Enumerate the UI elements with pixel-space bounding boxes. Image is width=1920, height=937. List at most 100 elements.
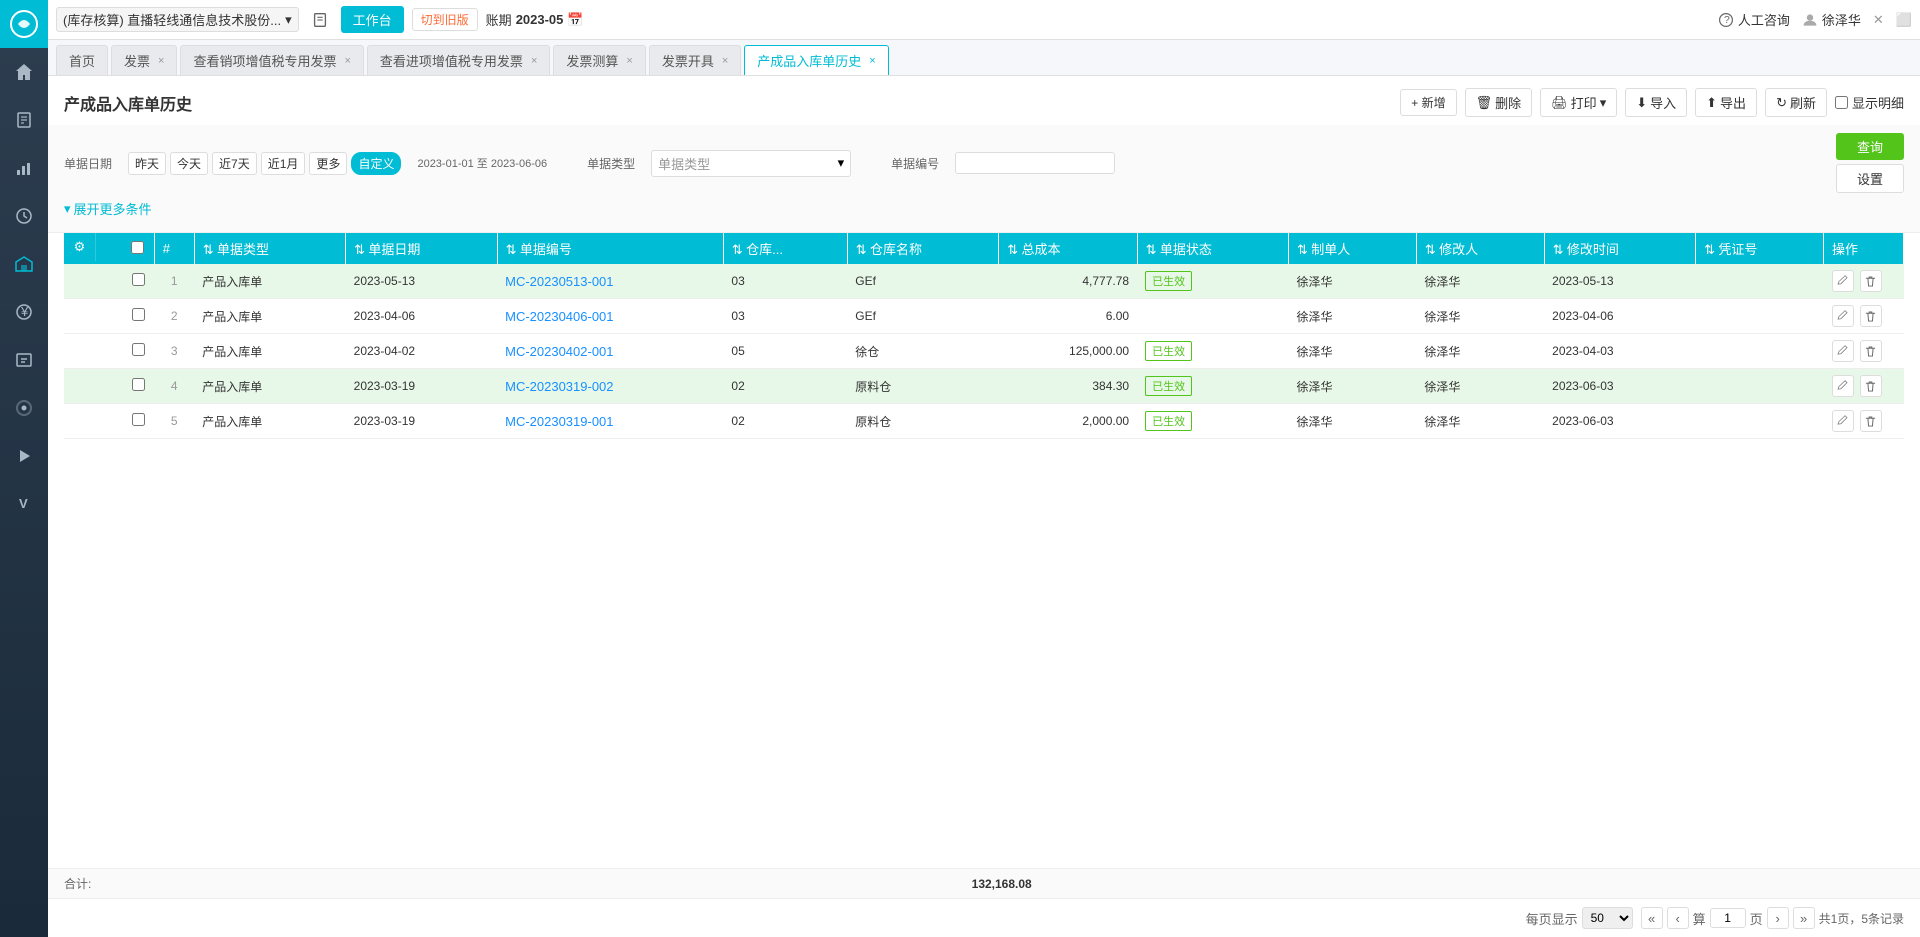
row-checkbox-cell[interactable] <box>122 334 154 369</box>
row-checkbox[interactable] <box>132 378 145 391</box>
select-all-checkbox[interactable] <box>131 241 144 254</box>
tab-purchase-vat-close[interactable]: × <box>531 55 537 67</box>
number-filter-input[interactable] <box>955 152 1115 174</box>
sidebar-item-home[interactable] <box>0 48 48 96</box>
th-checkbox[interactable] <box>122 233 154 264</box>
sidebar-item-purchase[interactable] <box>0 192 48 240</box>
row-delete-btn[interactable] <box>1860 375 1882 397</box>
tab-invoice-close[interactable]: × <box>158 55 164 67</box>
workbench-button[interactable]: 工作台 <box>341 6 404 33</box>
doc-icon-btn[interactable] <box>307 9 333 31</box>
row-number[interactable]: MC-20230402-001 <box>497 334 723 369</box>
row-checkbox[interactable] <box>132 273 145 286</box>
user-menu[interactable]: 徐泽华 <box>1802 10 1861 29</box>
date-btn-today[interactable]: 今天 <box>170 152 208 175</box>
th-type[interactable]: ⇅ 单据类型 <box>194 233 345 264</box>
refresh-button[interactable]: ↻ 刷新 <box>1765 88 1827 117</box>
calendar-icon[interactable]: 📅 <box>567 12 583 28</box>
per-page-select[interactable]: 50 100 200 <box>1582 907 1633 929</box>
tab-invoice-open-close[interactable]: × <box>722 55 728 67</box>
first-page-btn[interactable]: « <box>1641 907 1663 929</box>
row-number-link[interactable]: MC-20230513-001 <box>505 274 613 289</box>
sidebar-item-chart[interactable] <box>0 144 48 192</box>
prev-page-btn[interactable]: ‹ <box>1667 907 1689 929</box>
show-detail-checkbox[interactable]: 显示明细 <box>1835 93 1904 112</box>
sidebar-item-warehouse[interactable] <box>0 240 48 288</box>
row-checkbox-cell[interactable] <box>122 404 154 439</box>
tab-invoice-open[interactable]: 发票开具 × <box>649 45 741 75</box>
export-button[interactable]: ⬆ 导出 <box>1695 88 1757 117</box>
row-number-link[interactable]: MC-20230406-001 <box>505 309 613 324</box>
last-page-btn[interactable]: » <box>1793 907 1815 929</box>
page-number-input[interactable] <box>1710 908 1746 928</box>
row-checkbox-cell[interactable] <box>122 299 154 334</box>
row-number-link[interactable]: MC-20230319-002 <box>505 379 613 394</box>
th-modify-time[interactable]: ⇅ 修改时间 <box>1544 233 1695 264</box>
tab-sales-vat[interactable]: 查看销项增值税专用发票 × <box>180 45 363 75</box>
date-btn-1month[interactable]: 近1月 <box>261 152 306 175</box>
row-number[interactable]: MC-20230319-001 <box>497 404 723 439</box>
delete-button[interactable]: 🗑 删除 <box>1465 88 1533 117</box>
th-creator[interactable]: ⇅ 制单人 <box>1289 233 1417 264</box>
date-btn-more[interactable]: 更多 <box>309 152 347 175</box>
th-wh-name[interactable]: ⇅ 仓库名称 <box>847 233 998 264</box>
help-btn[interactable]: ? 人工咨询 <box>1718 10 1790 29</box>
row-checkbox-cell[interactable] <box>122 369 154 404</box>
sidebar-item-tax[interactable] <box>0 336 48 384</box>
switch-version-button[interactable]: 切到旧版 <box>412 8 478 31</box>
tab-product-receipt[interactable]: 产成品入库单历史 × <box>744 45 888 75</box>
sidebar-item-finance[interactable]: ¥ <box>0 288 48 336</box>
sidebar-item-settings[interactable] <box>0 384 48 432</box>
th-number[interactable]: ⇅ 单据编号 <box>497 233 723 264</box>
row-delete-btn[interactable] <box>1860 410 1882 432</box>
row-edit-btn[interactable] <box>1832 305 1854 327</box>
next-page-btn[interactable]: › <box>1767 907 1789 929</box>
tab-sales-vat-close[interactable]: × <box>344 55 350 67</box>
row-number[interactable]: MC-20230513-001 <box>497 264 723 299</box>
row-number-link[interactable]: MC-20230402-001 <box>505 344 613 359</box>
row-edit-btn[interactable] <box>1832 270 1854 292</box>
row-number[interactable]: MC-20230406-001 <box>497 299 723 334</box>
row-checkbox-cell[interactable] <box>122 264 154 299</box>
tab-home[interactable]: 首页 <box>56 45 108 75</box>
th-date[interactable]: ⇅ 单据日期 <box>346 233 497 264</box>
import-button[interactable]: ⬇ 导入 <box>1625 88 1687 117</box>
tab-invoice-calc-close[interactable]: × <box>626 55 632 67</box>
th-total-cost[interactable]: ⇅ 总成本 <box>999 233 1137 264</box>
sidebar-item-version[interactable]: V <box>0 480 48 528</box>
query-button[interactable]: 查询 <box>1836 133 1904 160</box>
new-button[interactable]: + 新增 <box>1400 89 1456 116</box>
print-button[interactable]: 🖨 打印 ▾ <box>1540 88 1617 117</box>
th-status[interactable]: ⇅ 单据状态 <box>1137 233 1288 264</box>
close-window-icon[interactable]: ✕ <box>1873 12 1884 28</box>
show-detail-input[interactable] <box>1835 96 1848 109</box>
type-filter-select[interactable]: 单据类型 ▾ <box>651 150 851 177</box>
expand-filter-btn[interactable]: ▾ 展开更多条件 <box>64 199 152 218</box>
row-checkbox[interactable] <box>132 343 145 356</box>
date-btn-yesterday[interactable]: 昨天 <box>128 152 166 175</box>
row-number-link[interactable]: MC-20230319-001 <box>505 414 613 429</box>
th-settings[interactable]: ⚙ <box>64 233 96 261</box>
th-wh-code[interactable]: ⇅ 仓库... <box>723 233 847 264</box>
date-btn-7days[interactable]: 近7天 <box>212 152 257 175</box>
date-btn-custom[interactable]: 自定义 <box>351 152 401 175</box>
filter-settings-button[interactable]: 设置 <box>1836 164 1904 193</box>
company-selector[interactable]: (库存核算) 直播轻线通信息技术股份... ▾ <box>56 7 299 32</box>
row-checkbox[interactable] <box>132 308 145 321</box>
row-number[interactable]: MC-20230319-002 <box>497 369 723 404</box>
th-modifier[interactable]: ⇅ 修改人 <box>1416 233 1544 264</box>
row-checkbox[interactable] <box>132 413 145 426</box>
sidebar-item-doc[interactable] <box>0 96 48 144</box>
tab-purchase-vat[interactable]: 查看进项增值税专用发票 × <box>367 45 550 75</box>
th-voucher[interactable]: ⇅ 凭证号 <box>1696 233 1824 264</box>
row-edit-btn[interactable] <box>1832 410 1854 432</box>
row-delete-btn[interactable] <box>1860 270 1882 292</box>
sidebar-item-play[interactable] <box>0 432 48 480</box>
tab-product-receipt-close[interactable]: × <box>869 55 875 67</box>
row-edit-btn[interactable] <box>1832 375 1854 397</box>
row-edit-btn[interactable] <box>1832 340 1854 362</box>
tab-invoice-calc[interactable]: 发票测算 × <box>553 45 645 75</box>
tab-invoice[interactable]: 发票 × <box>111 45 177 75</box>
row-delete-btn[interactable] <box>1860 340 1882 362</box>
maximize-icon[interactable]: ⬜ <box>1896 12 1912 28</box>
